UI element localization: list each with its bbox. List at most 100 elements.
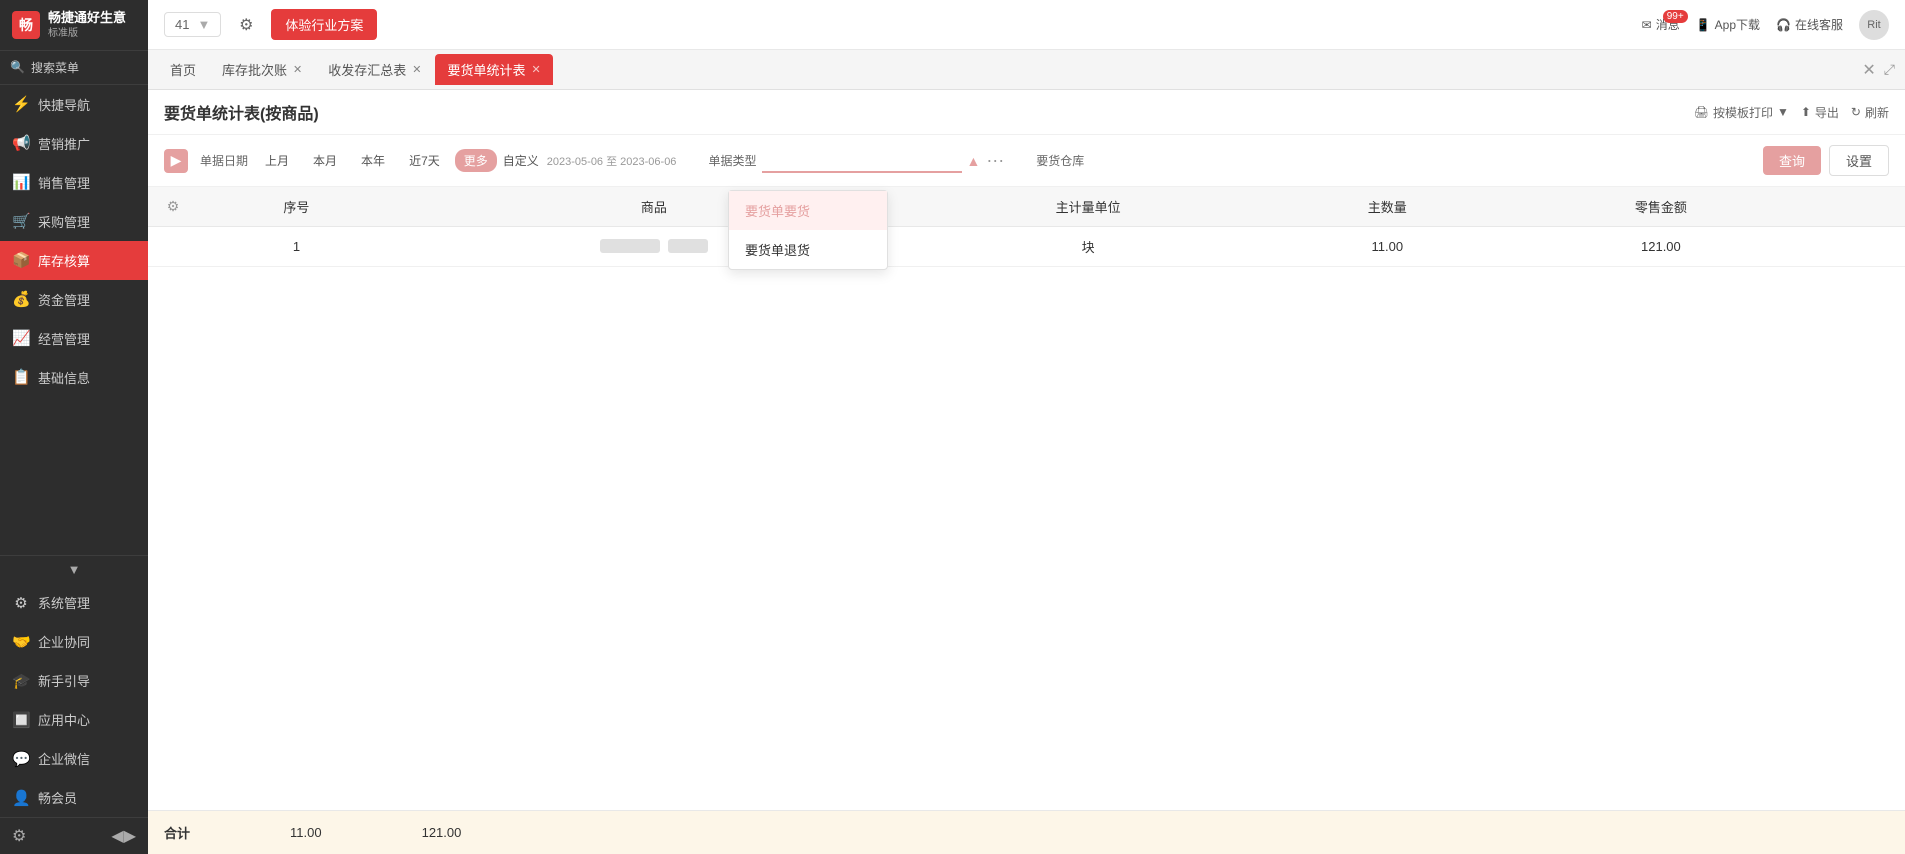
type-select-wrap: ▲ (762, 149, 980, 173)
refresh-btn[interactable]: ↻ 刷新 (1851, 104, 1889, 121)
dropdown-item-label: 要货单退货 (745, 243, 810, 258)
inventory-icon: 📦 (12, 251, 30, 269)
sidebar-item-label: 畅会员 (38, 788, 77, 807)
col-unit-header: 主计量单位 (913, 187, 1263, 227)
trial-industry-btn[interactable]: 体验行业方案 (271, 9, 377, 40)
store-dropdown-arrow: ▼ (197, 17, 210, 32)
date-btn-more[interactable]: 更多 (455, 149, 497, 172)
date-btn-7days[interactable]: 近7天 (400, 148, 449, 173)
sidebar-item-marketing[interactable]: 📢 营销推广 (0, 124, 148, 163)
date-btn-this-year[interactable]: 本年 (352, 148, 394, 173)
sidebar-item-label: 新手引导 (38, 671, 90, 690)
app-download-btn[interactable]: 📱 App下载 (1696, 16, 1760, 33)
tabs-bar: 首页 库存批次账 ✕ 收发存汇总表 ✕ 要货单统计表 ✕ ✕ ⤢ (148, 50, 1905, 90)
message-btn[interactable]: ✉ 消息 99+ (1642, 16, 1680, 33)
footer-quantity: 11.00 (290, 825, 322, 840)
table-footer: 合计 11.00 121.00 (148, 810, 1905, 854)
sidebar-item-base-info[interactable]: 📋 基础信息 (0, 358, 148, 397)
base-info-icon: 📋 (12, 368, 30, 386)
system-icon: ⚙ (12, 594, 30, 612)
refresh-icon: ↻ (1851, 105, 1861, 119)
sidebar-nav: ⚡ 快捷导航 📢 营销推广 📊 销售管理 🛒 采购管理 📦 库存核算 💰 资金管… (0, 85, 148, 555)
tab-delivery-summary-close[interactable]: ✕ (412, 63, 421, 76)
filter-bar: ▶ 单据日期 上月 本月 本年 近7天 更多 自定义 2023-05-06 至 … (148, 135, 1905, 187)
service-label: 在线客服 (1795, 16, 1843, 33)
tab-home-label: 首页 (170, 60, 196, 79)
logo-sub-text: 标准版 (48, 27, 126, 40)
tabs-close-all-btn[interactable]: ✕ (1862, 60, 1875, 80)
tabs-expand-btn[interactable]: ⤢ (1884, 61, 1895, 78)
type-more-btn[interactable]: ··· (986, 150, 1004, 171)
marketing-icon: 📢 (12, 134, 30, 152)
sidebar-item-label: 经营管理 (38, 329, 90, 348)
store-number: 41 (175, 17, 189, 32)
message-icon: ✉ (1642, 18, 1652, 32)
sidebar-item-quick-nav[interactable]: ⚡ 快捷导航 (0, 85, 148, 124)
export-btn[interactable]: ⬆ 导出 (1801, 104, 1839, 121)
tab-batch-account-close[interactable]: ✕ (293, 63, 302, 76)
header-right: ✉ 消息 99+ 📱 App下载 🎧 在线客服 Rit (1642, 10, 1889, 40)
sidebar-item-purchase[interactable]: 🛒 采购管理 (0, 202, 148, 241)
header-left: 41 ▼ ⚙ 体验行业方案 (164, 9, 1642, 40)
sidebar-search[interactable]: 🔍 搜索菜单 (0, 51, 148, 85)
sidebar-item-sales[interactable]: 📊 销售管理 (0, 163, 148, 202)
sidebar-bottom: ⚙ ◀▶ (0, 817, 148, 854)
avatar[interactable]: Rit (1859, 10, 1889, 40)
enterprise-icon: 🤝 (12, 633, 30, 651)
sidebar-item-label: 库存核算 (38, 251, 90, 270)
sidebar-item-label: 基础信息 (38, 368, 90, 387)
sidebar-item-guide[interactable]: 🎓 新手引导 (0, 661, 148, 700)
row-settings-col (148, 227, 198, 267)
date-btn-last-month[interactable]: 上月 (256, 148, 298, 173)
dropdown-item-label: 要货单要货 (745, 204, 810, 219)
sidebar-item-app-center[interactable]: 🔲 应用中心 (0, 700, 148, 739)
col-settings-header: ⚙ (148, 187, 198, 227)
query-btn[interactable]: 查询 (1763, 146, 1821, 175)
filter-settings-btn[interactable]: 设置 (1829, 145, 1889, 176)
row-index-col: 1 (198, 227, 395, 267)
sidebar-item-wechat[interactable]: 💬 企业微信 (0, 739, 148, 778)
sidebar-item-finance[interactable]: 💰 资金管理 (0, 280, 148, 319)
tab-delivery-summary[interactable]: 收发存汇总表 ✕ (316, 54, 433, 85)
type-select-input[interactable] (762, 149, 962, 173)
sidebar-item-enterprise[interactable]: 🤝 企业协同 (0, 622, 148, 661)
table-wrap: ⚙ 序号 商品 主计量单位 主数量 零售金额 1 (148, 187, 1905, 810)
tab-order-summary-label: 要货单统计表 (447, 60, 525, 79)
logo-icon: 畅 (12, 11, 40, 39)
tab-batch-account[interactable]: 库存批次账 ✕ (210, 54, 314, 85)
tab-order-summary[interactable]: 要货单统计表 ✕ (435, 54, 552, 85)
date-btn-this-month[interactable]: 本月 (304, 148, 346, 173)
tab-order-summary-close[interactable]: ✕ (532, 63, 541, 76)
logo-main-text: 畅捷通好生意 (48, 10, 126, 27)
sidebar-scroll-down[interactable]: ▼ (0, 555, 148, 583)
app-label: App下载 (1715, 16, 1760, 33)
tab-home[interactable]: 首页 (158, 54, 208, 85)
sidebar-item-operations[interactable]: 📈 经营管理 (0, 319, 148, 358)
sidebar-item-membership[interactable]: 👤 畅会员 (0, 778, 148, 817)
dropdown-item-order-goods[interactable]: 要货单要货 (729, 191, 887, 230)
row-quantity-col: 11.00 (1263, 227, 1511, 267)
col-settings-icon[interactable]: ⚙ (167, 198, 180, 214)
service-icon: 🎧 (1776, 18, 1791, 32)
filter-expand-btn[interactable]: ▶ (164, 149, 188, 173)
type-select-arrow[interactable]: ▲ (966, 153, 980, 169)
sidebar-item-label: 采购管理 (38, 212, 90, 231)
sidebar-item-system[interactable]: ⚙ 系统管理 (0, 583, 148, 622)
dropdown-item-order-return[interactable]: 要货单退货 (729, 230, 887, 269)
date-filter-label: 单据日期 (200, 152, 248, 169)
page-title: 要货单统计表(按商品) (164, 100, 319, 124)
main-area: 41 ▼ ⚙ 体验行业方案 ✉ 消息 99+ 📱 App下载 🎧 在线客服 Ri… (148, 0, 1905, 854)
online-service-btn[interactable]: 🎧 在线客服 (1776, 16, 1843, 33)
date-custom-btn[interactable]: 自定义 (503, 152, 539, 169)
date-filter-group: 单据日期 上月 本月 本年 近7天 更多 自定义 2023-05-06 至 20… (200, 148, 676, 173)
page-content: 要货单统计表(按商品) 🖨 按模板打印 ▼ ⬆ 导出 ↻ 刷新 ▶ (148, 90, 1905, 854)
sidebar: 畅 畅捷通好生意 标准版 🔍 搜索菜单 ⚡ 快捷导航 📢 营销推广 📊 销售管理… (0, 0, 148, 854)
col-amount-header: 零售金额 (1511, 187, 1810, 227)
print-template-btn[interactable]: 🖨 按模板打印 ▼ (1694, 104, 1789, 121)
bottom-collapse-icon[interactable]: ◀▶ (111, 826, 136, 846)
bottom-settings-icon[interactable]: ⚙ (12, 826, 26, 846)
header-settings-btn[interactable]: ⚙ (231, 10, 261, 40)
page-actions: 🖨 按模板打印 ▼ ⬆ 导出 ↻ 刷新 (1694, 104, 1889, 121)
store-selector[interactable]: 41 ▼ (164, 12, 221, 37)
sidebar-item-inventory[interactable]: 📦 库存核算 (0, 241, 148, 280)
